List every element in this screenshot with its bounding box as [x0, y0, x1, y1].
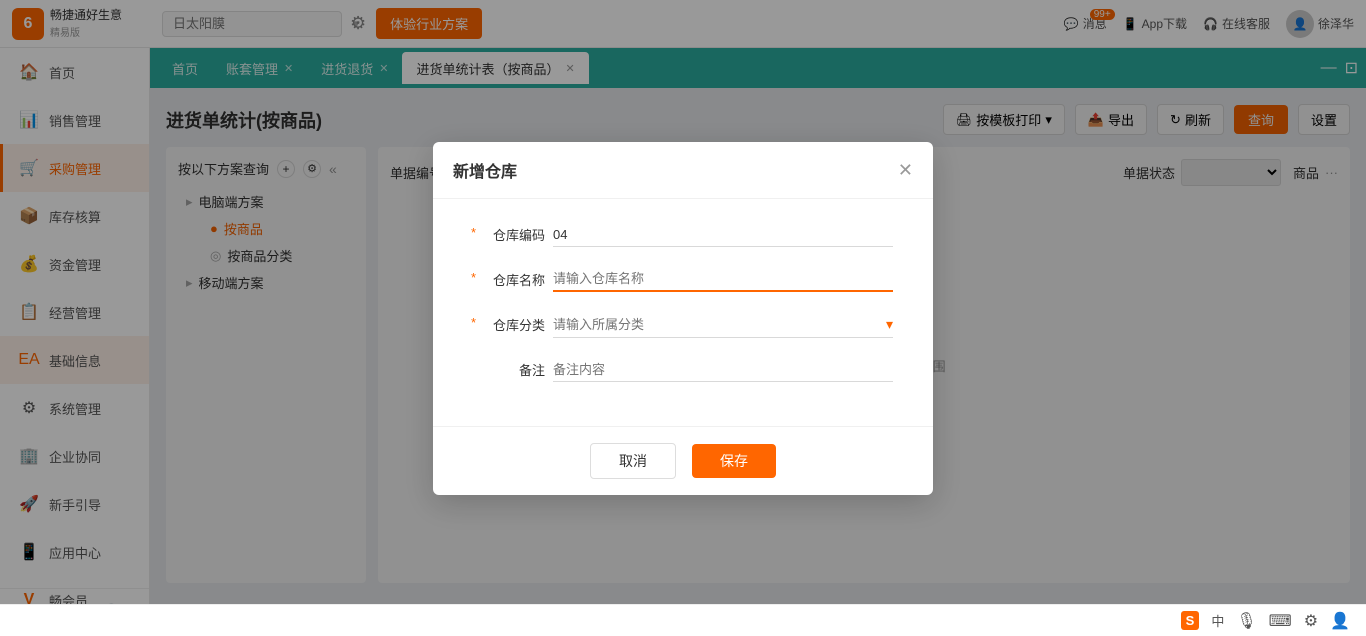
status-bar: S 中 🎙 ⌨ ⚙ 👤 — [0, 604, 1366, 636]
dialog-header: 新增仓库 ✕ — [433, 142, 933, 199]
name-label: 仓库名称 — [473, 270, 553, 289]
s-logo-area: S — [1181, 611, 1200, 630]
name-input[interactable] — [553, 267, 893, 292]
form-row-code: 仓库编码 — [473, 223, 893, 247]
settings-status-icon[interactable]: ⚙ — [1304, 611, 1318, 631]
mic-icon[interactable]: 🎙 — [1236, 611, 1256, 631]
category-label: 仓库分类 — [473, 315, 553, 334]
dialog-body: 仓库编码 仓库名称 仓库分类 ▾ 备注 — [433, 199, 933, 426]
dialog-close-icon[interactable]: ✕ — [898, 161, 913, 179]
form-row-category: 仓库分类 ▾ — [473, 312, 893, 338]
new-warehouse-dialog: 新增仓库 ✕ 仓库编码 仓库名称 仓库分类 ▾ — [433, 142, 933, 495]
dialog-footer: 取消 保存 — [433, 426, 933, 495]
category-select-wrap[interactable]: ▾ — [553, 312, 893, 338]
modal-overlay[interactable]: 新增仓库 ✕ 仓库编码 仓库名称 仓库分类 ▾ — [0, 0, 1366, 636]
form-row-note: 备注 — [473, 358, 893, 382]
zh-label: 中 — [1211, 611, 1224, 630]
category-dropdown-icon: ▾ — [886, 316, 893, 333]
save-button[interactable]: 保存 — [692, 444, 776, 478]
note-label: 备注 — [473, 360, 553, 379]
user-status-icon[interactable]: 👤 — [1330, 611, 1350, 631]
code-input[interactable] — [553, 223, 893, 247]
keyboard-icon[interactable]: ⌨ — [1269, 611, 1292, 631]
note-input[interactable] — [553, 358, 893, 382]
code-label: 仓库编码 — [473, 225, 553, 244]
dialog-title: 新增仓库 — [453, 158, 517, 182]
cancel-button[interactable]: 取消 — [590, 443, 676, 479]
s-logo: S — [1181, 611, 1200, 630]
form-row-name: 仓库名称 — [473, 267, 893, 292]
category-input[interactable] — [553, 317, 886, 332]
